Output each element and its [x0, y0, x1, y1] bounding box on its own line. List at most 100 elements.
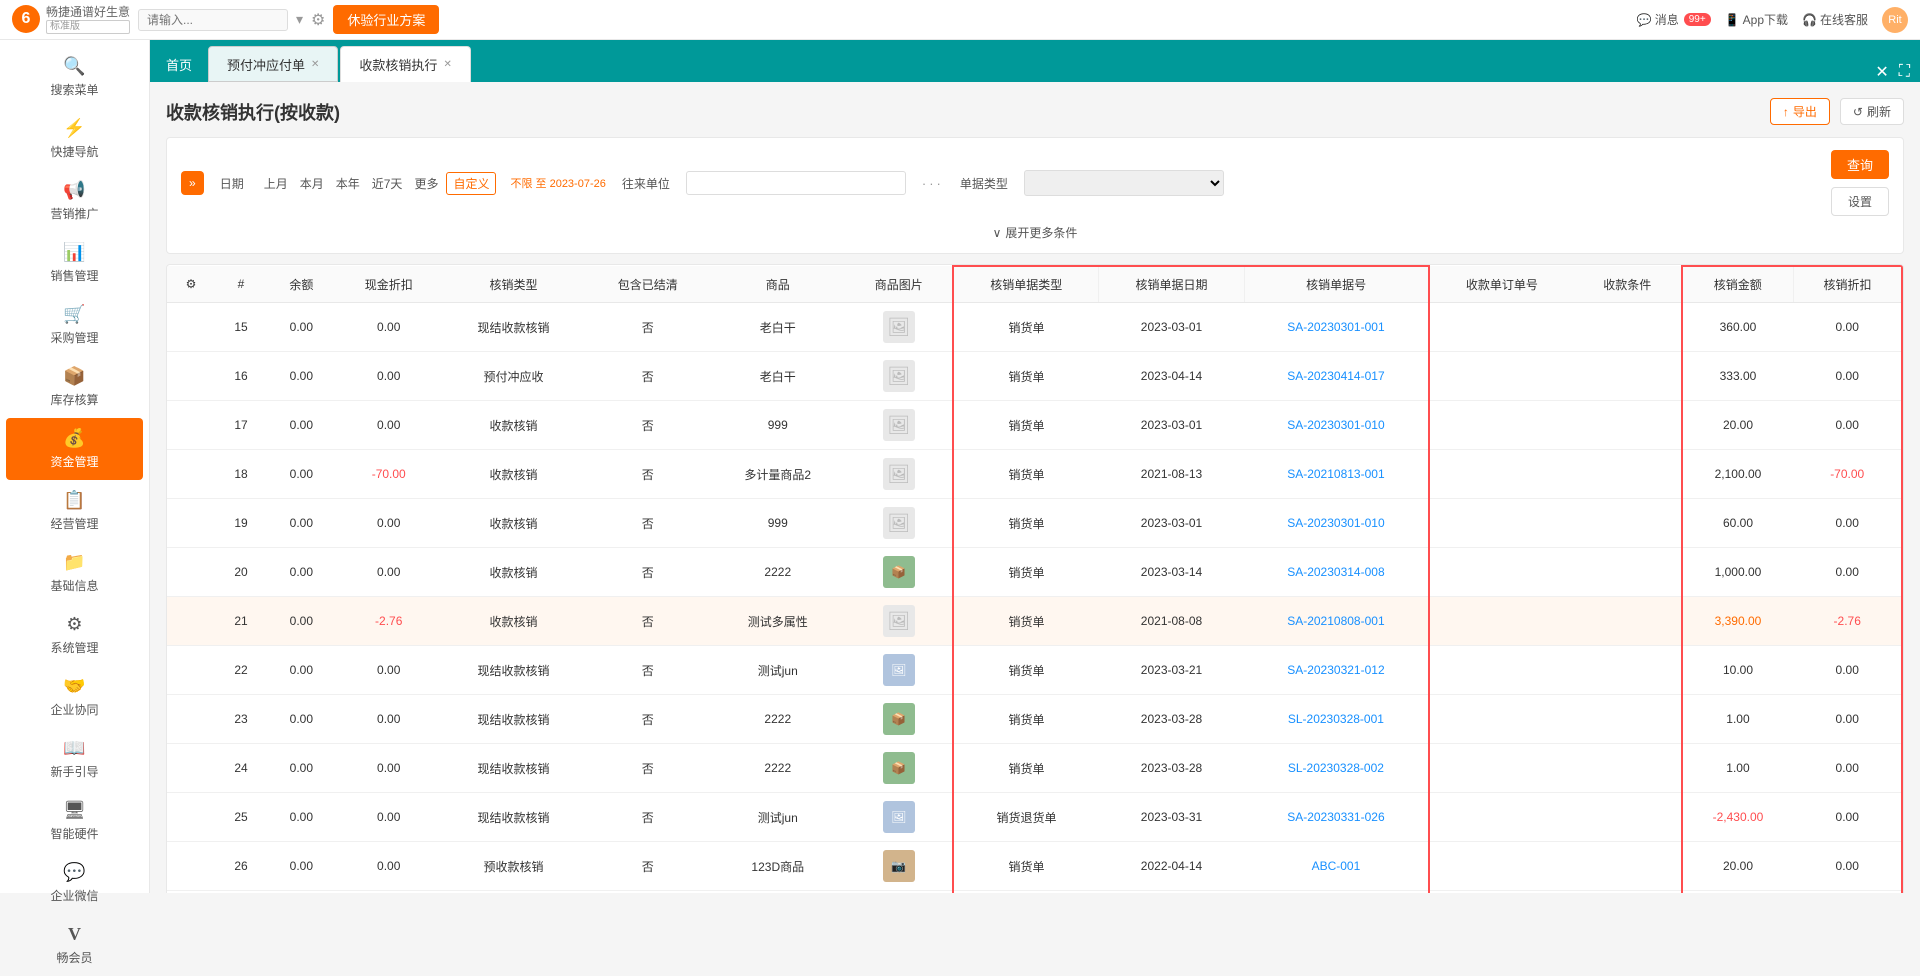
td-bill-date: 2023-03-21 — [1099, 646, 1244, 695]
messages-link[interactable]: 💬 消息 99+ — [1637, 11, 1711, 28]
date-btn-last-month[interactable]: 上月 — [260, 173, 292, 194]
date-buttons: 上月 本月 本年 近7天 更多 自定义 — [260, 172, 497, 195]
td-writeoff-discount: -2.76 — [1793, 597, 1902, 646]
date-btn-7days[interactable]: 近7天 — [368, 173, 407, 194]
bill-no-link[interactable]: SA-20230301-001 — [1287, 320, 1384, 334]
refresh-icon: ↺ — [1853, 105, 1863, 119]
td-bill-no[interactable]: SL-20230328-002 — [1244, 744, 1429, 793]
sidebar-item-search[interactable]: 🔍 搜索菜单 — [0, 46, 149, 108]
td-cash-discount: 0.00 — [336, 303, 442, 352]
refresh-button[interactable]: ↺ 刷新 — [1840, 98, 1904, 125]
filter-expand-btn[interactable]: » — [181, 171, 204, 195]
td-included: 否 — [585, 352, 710, 401]
bill-no-link[interactable]: SA-20230321-012 — [1287, 663, 1384, 677]
td-balance: 0.00 — [267, 842, 336, 891]
dropdown-icon[interactable]: ▾ — [296, 11, 303, 28]
td-bill-no[interactable]: SA-20210813-001 — [1244, 450, 1429, 499]
headset-icon: 🎧 — [1802, 13, 1817, 27]
sidebar-item-collab[interactable]: 🤝 企业协同 — [0, 666, 149, 728]
tab-home[interactable]: 首页 — [150, 46, 208, 82]
sidebar-item-operations[interactable]: 📋 经营管理 — [0, 480, 149, 542]
tab-writeoff[interactable]: 收款核销执行 ✕ — [340, 46, 470, 82]
bill-no-link[interactable]: SA-20210813-001 — [1287, 467, 1384, 481]
sidebar-item-marketing[interactable]: 📢 营销推广 — [0, 170, 149, 232]
settings-gear-icon[interactable]: ⚙ — [311, 10, 325, 30]
sidebar-item-purchase[interactable]: 🛒 采购管理 — [0, 294, 149, 356]
th-gear[interactable]: ⚙ — [167, 266, 215, 303]
td-index: 18 — [215, 450, 267, 499]
sidebar-item-inventory[interactable]: 📦 库存核算 — [0, 356, 149, 418]
bill-no-link[interactable]: SA-20230414-017 — [1287, 369, 1384, 383]
sidebar-item-basic[interactable]: 📁 基础信息 — [0, 542, 149, 604]
online-support-link[interactable]: 🎧 在线客服 — [1802, 11, 1868, 28]
td-goods: 测试多属性 — [710, 597, 845, 646]
partner-input[interactable] — [686, 171, 906, 195]
sidebar-item-hardware[interactable]: 🖥 智能硬件 — [0, 790, 149, 852]
td-index: 17 — [215, 401, 267, 450]
sidebar-item-wechat[interactable]: 💬 企业微信 — [0, 852, 149, 914]
industry-btn[interactable]: 休验行业方案 — [333, 5, 439, 34]
date-btn-this-month[interactable]: 本月 — [296, 173, 328, 194]
bill-no-link[interactable]: SA-20230331-026 — [1287, 810, 1384, 824]
bill-no-link[interactable]: SA-20230301-010 — [1287, 418, 1384, 432]
td-goods: 2222 — [710, 695, 845, 744]
td-bill-date: 2023-03-14 — [1099, 548, 1244, 597]
td-bill-no[interactable]: SA-20210808-001 — [1244, 597, 1429, 646]
page-title: 收款核销执行(按收款) — [166, 99, 340, 125]
td-bill-no[interactable]: SA-20230301-010 — [1244, 499, 1429, 548]
filter-row: » 日期 上月 本月 本年 近7天 更多 自定义 不限 至 2023-07-26… — [181, 150, 1889, 216]
sidebar-item-system[interactable]: ⚙ 系统管理 — [0, 604, 149, 666]
close-window-icon[interactable]: ✕ — [1875, 62, 1888, 82]
sidebar-item-quicknav[interactable]: ⚡ 快捷导航 — [0, 108, 149, 170]
th-bill-no: 核销单据号 — [1244, 266, 1429, 303]
td-balance: 0.00 — [267, 646, 336, 695]
td-bill-no[interactable]: SA-20230314-008 — [1244, 548, 1429, 597]
writeoff-tab-close[interactable]: ✕ — [443, 59, 451, 70]
bill-type-select[interactable] — [1024, 170, 1224, 196]
td-receipt-condition — [1574, 352, 1682, 401]
export-button[interactable]: ↑ 导出 — [1770, 98, 1830, 125]
td-included: 否 — [585, 303, 710, 352]
td-bill-no[interactable]: SA-20230414-017 — [1244, 352, 1429, 401]
bill-no-link[interactable]: SA-20210808-001 — [1287, 614, 1384, 628]
filter-settings-button[interactable]: 设置 — [1831, 187, 1889, 216]
bill-no-link[interactable]: ABC-001 — [1312, 859, 1361, 873]
sidebar-label-member: 畅会员 — [56, 949, 92, 966]
user-avatar[interactable]: Rit — [1882, 7, 1908, 33]
td-cash-discount: 0.00 — [336, 646, 442, 695]
bill-no-link[interactable]: SL-20230328-002 — [1288, 761, 1384, 775]
sidebar-item-sales[interactable]: 📊 销售管理 — [0, 232, 149, 294]
td-bill-no[interactable]: SA-20230331-026 — [1244, 793, 1429, 842]
expand-more-link[interactable]: ∨ 展开更多条件 — [993, 224, 1078, 241]
td-bill-no[interactable]: ABC-001 — [1244, 842, 1429, 891]
td-cash-discount: -70.00 — [336, 450, 442, 499]
td-writeoff-type: 收款核销 — [442, 548, 586, 597]
maximize-icon[interactable]: ⛶ — [1899, 63, 1910, 81]
th-bill-date: 核销单据日期 — [1099, 266, 1244, 303]
date-btn-more[interactable]: 更多 — [410, 173, 442, 194]
td-bill-no[interactable]: SA-20230301-001 — [1244, 303, 1429, 352]
sidebar-item-member[interactable]: V 畅会员 — [0, 914, 149, 976]
header-actions: ↑ 导出 ↺ 刷新 — [1770, 98, 1904, 125]
sidebar-item-finance[interactable]: 💰 资金管理 — [6, 418, 143, 480]
td-bill-no[interactable]: SL-20230328-001 — [1244, 695, 1429, 744]
brand-name: 畅捷通谱好生意 — [46, 5, 130, 19]
bill-no-link[interactable]: SA-20230301-010 — [1287, 516, 1384, 530]
date-btn-custom[interactable]: 自定义 — [446, 172, 496, 195]
prepay-tab-close[interactable]: ✕ — [311, 59, 319, 70]
bill-no-link[interactable]: SA-20230314-008 — [1287, 565, 1384, 579]
sidebar-label-search: 搜索菜单 — [50, 81, 98, 98]
th-goods-img: 商品图片 — [845, 266, 953, 303]
td-bill-no[interactable]: SA-20230301-010 — [1244, 401, 1429, 450]
date-btn-this-year[interactable]: 本年 — [332, 173, 364, 194]
tab-prepay[interactable]: 预付冲应付单 ✕ — [208, 46, 338, 82]
top-search-input[interactable] — [138, 9, 288, 31]
sidebar-item-guide[interactable]: 📖 新手引导 — [0, 728, 149, 790]
bill-no-link[interactable]: SL-20230328-001 — [1288, 712, 1384, 726]
app-download-link[interactable]: 📱 App下载 — [1725, 11, 1788, 28]
query-button[interactable]: 查询 — [1831, 150, 1889, 179]
column-settings-icon[interactable]: ⚙ — [186, 277, 197, 291]
td-writeoff-amount: 1.00 — [1682, 695, 1794, 744]
td-receipt-order-no — [1429, 793, 1574, 842]
td-bill-no[interactable]: SA-20230321-012 — [1244, 646, 1429, 695]
